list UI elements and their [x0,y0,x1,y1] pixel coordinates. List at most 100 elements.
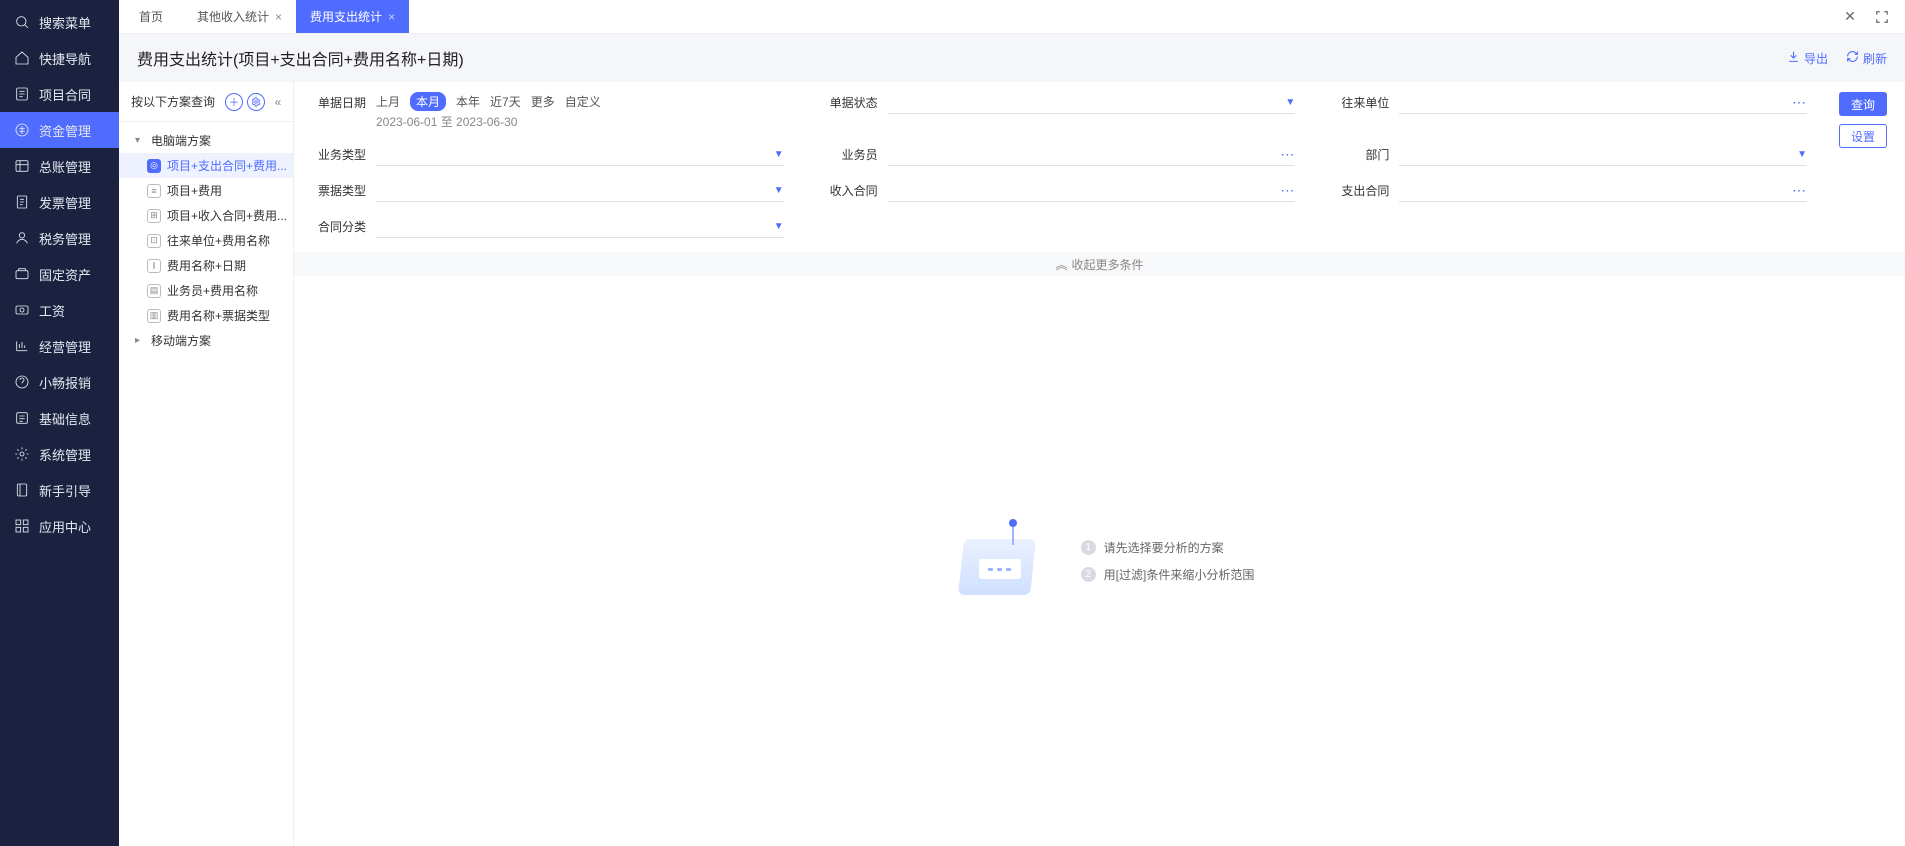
filter-income-contract-label: 收入合同 [824,180,878,199]
date-option[interactable]: 本月 [410,92,446,111]
biztype-select[interactable]: ▼ [376,144,784,166]
empty-step-1: 1 请先选择要分析的方案 [1081,539,1255,556]
tax-icon [14,230,30,246]
more-icon: ⋯ [1280,146,1295,163]
page-title: 费用支出统计(项目+支出合同+费用名称+日期) [137,46,464,70]
date-option[interactable]: 更多 [531,93,555,110]
app-center-icon [14,518,30,534]
filter-partner-label: 往来单位 [1335,92,1389,111]
contract-cat-select[interactable]: ▼ [376,216,784,238]
filter-billtype-label: 票据类型 [312,180,366,199]
sidebar-item-label: 快捷导航 [39,49,91,68]
tab-item[interactable]: 其他收入统计 × [183,0,296,33]
empty-illustration-icon [945,511,1055,611]
expense-contract-select[interactable]: ⋯ [1399,180,1807,202]
sidebar-item-project-contract[interactable]: 项目合同 [0,76,119,112]
sidebar-item-label: 搜索菜单 [39,13,91,32]
filter-date-label: 单据日期 [312,92,366,111]
sidebar-item-guide[interactable]: 新手引导 [0,472,119,508]
scheme-settings-icon[interactable] [247,93,265,111]
query-label: 查询 [1851,96,1875,113]
filter-form: 单据日期 上月本月本年近7天更多自定义 2023-06-01 至 2023-06… [294,82,1905,238]
sidebar-item-fund-mgmt[interactable]: 资金管理 [0,112,119,148]
sidebar-item-base-info[interactable]: 基础信息 [0,400,119,436]
date-option[interactable]: 自定义 [565,93,601,110]
sidebar-item-label: 资金管理 [39,121,91,140]
scheme-item[interactable]: ▤业务员+费用名称 [119,278,293,303]
date-option[interactable]: 近7天 [490,93,521,110]
scheme-item-icon: ⊡ [147,234,161,248]
filter-dept: 部门 ▼ [1335,144,1807,166]
scheme-item[interactable]: ⊞项目+收入合同+费用... [119,203,293,228]
sidebar-item-salary[interactable]: 工资 [0,292,119,328]
close-icon[interactable]: × [388,10,395,24]
filter-biztype-label: 业务类型 [312,144,366,163]
tab-home-label: 首页 [139,8,163,25]
export-button[interactable]: 导出 [1787,50,1828,67]
status-select[interactable]: ▼ [888,92,1296,114]
sidebar-item-label: 新手引导 [39,481,91,500]
close-icon[interactable]: × [275,10,282,24]
scheme-item[interactable]: ⊡往来单位+费用名称 [119,228,293,253]
system-icon [14,446,30,462]
query-button[interactable]: 查询 [1839,92,1887,116]
sidebar-item-invoice[interactable]: 发票管理 [0,184,119,220]
scheme-item[interactable]: ▥费用名称+票据类型 [119,303,293,328]
operation-icon [14,338,30,354]
fund-mgmt-icon [14,122,30,138]
income-contract-select[interactable]: ⋯ [888,180,1296,202]
sidebar-item-reimburse[interactable]: 小畅报销 [0,364,119,400]
setting-button[interactable]: 设置 [1839,124,1887,148]
close-all-icon[interactable]: ✕ [1839,6,1861,28]
salesman-select[interactable]: ⋯ [888,144,1296,166]
tab-label: 其他收入统计 [197,8,269,25]
partner-select[interactable]: ⋯ [1399,92,1807,114]
sidebar-item-label: 工资 [39,301,65,320]
scheme-group[interactable]: ▾电脑端方案 [119,128,293,153]
refresh-button[interactable]: 刷新 [1846,50,1887,67]
sidebar-item-label: 经营管理 [39,337,91,356]
dept-select[interactable]: ▼ [1399,144,1807,166]
scheme-tree: ▾电脑端方案◎项目+支出合同+费用...≡项目+费用⊞项目+收入合同+费用...… [119,122,293,359]
sidebar-item-tax[interactable]: 税务管理 [0,220,119,256]
tab-home[interactable]: 首页 [119,0,183,33]
filter-date: 单据日期 上月本月本年近7天更多自定义 2023-06-01 至 2023-06… [312,92,784,130]
scheme-collapse-icon[interactable]: « [269,93,287,111]
add-scheme-icon[interactable]: ＋ [225,93,243,111]
sidebar-item-quick-nav[interactable]: 快捷导航 [0,40,119,76]
caret-icon: ▾ [135,135,145,146]
caret-icon: ▸ [135,335,145,346]
sidebar-item-ledger[interactable]: 总账管理 [0,148,119,184]
sidebar-item-fixed-assets[interactable]: 固定资产 [0,256,119,292]
sidebar-item-label: 总账管理 [39,157,91,176]
filter-contract-cat: 合同分类 ▼ [312,216,784,238]
filter-billtype: 票据类型 ▼ [312,180,784,202]
filter-status: 单据状态 ▼ [824,92,1296,130]
sidebar-item-operation[interactable]: 经营管理 [0,328,119,364]
date-option[interactable]: 本年 [456,93,480,110]
scheme-item-icon: ◎ [147,159,161,173]
scheme-item[interactable]: ◎项目+支出合同+费用... [119,153,293,178]
sidebar-item-search-menu[interactable]: 搜索菜单 [0,4,119,40]
sidebar-item-system[interactable]: 系统管理 [0,436,119,472]
scheme-item-icon: ▥ [147,309,161,323]
scheme-item[interactable]: ≡项目+费用 [119,178,293,203]
billtype-select[interactable]: ▼ [376,180,784,202]
date-option[interactable]: 上月 [376,93,400,110]
tab-label: 费用支出统计 [310,8,382,25]
scheme-item-label: 费用名称+日期 [167,257,246,274]
fullscreen-icon[interactable] [1871,6,1893,28]
main: 首页 其他收入统计 × 费用支出统计 × ✕ 费用支出统计(项目+支出合同+费用名称+… [119,0,1905,846]
collapse-filters-button[interactable]: ︽ 收起更多条件 [294,252,1905,276]
tab-item[interactable]: 费用支出统计 × [296,0,409,33]
ledger-icon [14,158,30,174]
scheme-group-label: 移动端方案 [151,332,211,349]
sidebar-item-app-center[interactable]: 应用中心 [0,508,119,544]
scheme-item[interactable]: ⫾费用名称+日期 [119,253,293,278]
export-icon [1787,50,1800,66]
scheme-group[interactable]: ▸ 移动端方案 [119,328,293,353]
filter-partner: 往来单位 ⋯ [1335,92,1807,130]
content-area: 单据日期 上月本月本年近7天更多自定义 2023-06-01 至 2023-06… [294,82,1905,846]
filter-income-contract: 收入合同 ⋯ [824,180,1296,202]
filter-dept-label: 部门 [1335,144,1389,163]
